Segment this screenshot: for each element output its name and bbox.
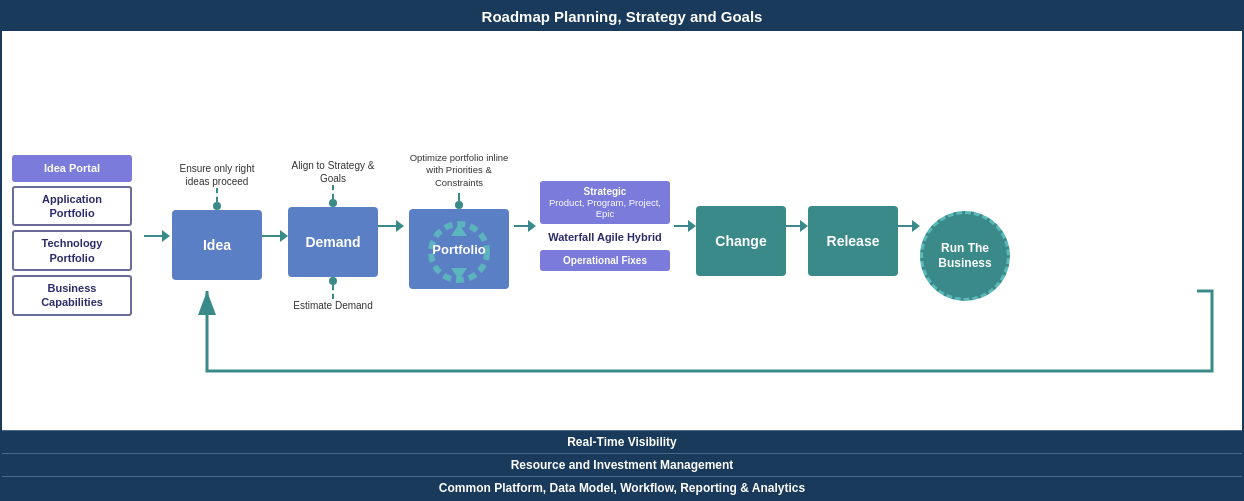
sidebar-item-app-portfolio[interactable]: Application Portfolio: [12, 186, 132, 227]
change-to-release-arrow: [786, 220, 808, 232]
ensure-annotation: Ensure only right ideas proceed: [172, 162, 262, 188]
strategy-to-change-arrow: [674, 220, 696, 232]
align-dot: [329, 199, 337, 207]
optimize-annotation: Optimize portfolio inline with Prioritie…: [404, 152, 514, 193]
strategic-box[interactable]: Strategic Product, Program, Project, Epi…: [540, 181, 670, 224]
change-box[interactable]: Change: [696, 206, 786, 276]
estimate-annotation: Estimate Demand: [293, 299, 372, 312]
top-header: Roadmap Planning, Strategy and Goals: [2, 2, 1242, 31]
run-business-box[interactable]: Run The Business: [920, 211, 1010, 301]
strategic-sub: Product, Program, Project, Epic: [548, 197, 662, 219]
ensure-dashed-line: [216, 188, 218, 202]
release-box[interactable]: Release: [808, 206, 898, 276]
strategy-group: Strategic Product, Program, Project, Epi…: [540, 181, 670, 271]
bottom-bar-resource: Resource and Investment Management: [2, 453, 1242, 476]
sidebar-item-idea-portal[interactable]: Idea Portal: [12, 155, 132, 181]
idea-step: Ensure only right ideas proceed Idea: [172, 162, 262, 310]
estimate-dot: [329, 277, 337, 285]
align-annotation: Align to Strategy & Goals: [291, 159, 376, 185]
run-business-step: Run The Business: [920, 171, 1010, 301]
sidebar-item-biz-capabilities[interactable]: Business Capabilities: [12, 275, 132, 316]
sidebar-to-idea-arrow: [144, 230, 170, 242]
release-step: Release: [808, 166, 898, 306]
portfolio-step: Optimize portfolio inline with Prioritie…: [404, 152, 514, 319]
portfolio-label: Portfolio: [432, 242, 485, 257]
align-dashed-line: [332, 185, 334, 199]
portfolio-to-strategy-arrow: [514, 220, 536, 232]
svg-marker-2: [451, 268, 467, 280]
change-step: Change: [696, 166, 786, 306]
header-title: Roadmap Planning, Strategy and Goals: [482, 8, 763, 25]
optimize-dashed-top: [458, 193, 460, 201]
sidebar: Idea Portal Application Portfolio Techno…: [12, 155, 132, 315]
estimate-dashed-line: [332, 285, 334, 299]
idea-to-demand-arrow: [262, 230, 288, 242]
optimize-dot: [455, 201, 463, 209]
demand-box[interactable]: Demand: [288, 207, 378, 277]
strategic-label: Strategic: [548, 186, 662, 197]
sidebar-item-tech-portfolio[interactable]: Technology Portfolio: [12, 230, 132, 271]
waterfall-agile-label: Waterfall Agile Hybrid: [540, 228, 670, 246]
ensure-dot: [213, 202, 221, 210]
demand-to-portfolio-arrow: [378, 220, 404, 232]
release-to-run-arrow: [898, 220, 920, 232]
idea-box[interactable]: Idea: [172, 210, 262, 280]
bottom-bar-platform: Common Platform, Data Model, Workflow, R…: [2, 476, 1242, 499]
demand-step: Align to Strategy & Goals Demand Estimat…: [288, 159, 378, 312]
main-container: Roadmap Planning, Strategy and Goals Ide…: [0, 0, 1244, 501]
operational-box[interactable]: Operational Fixes: [540, 250, 670, 271]
portfolio-box[interactable]: Portfolio: [409, 209, 509, 289]
bottom-bars: Real-Time Visibility Resource and Invest…: [2, 430, 1242, 499]
bottom-bar-visibility: Real-Time Visibility: [2, 430, 1242, 453]
